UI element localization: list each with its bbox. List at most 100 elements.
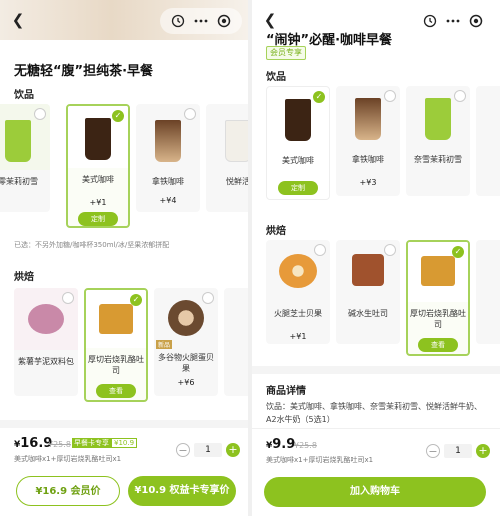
drinks-heading: 饮品 xyxy=(266,72,286,83)
select-checkbox[interactable] xyxy=(384,90,396,102)
divider xyxy=(252,366,500,374)
drink-name: 拿铁咖啡 xyxy=(352,155,384,164)
drink-card-selected[interactable]: ✓ 美式咖啡 定制 xyxy=(266,86,330,200)
page-title: 无糖轻“腹”担纯茶·早餐 xyxy=(14,64,154,79)
left-panel: ❮ 无糖轻“腹”担纯茶·早餐 饮品 零茉莉初雪 ✓ 美式咖啡 +¥1 定制 拿铁… xyxy=(0,0,248,516)
price-value: 9.9 xyxy=(272,437,296,452)
plus-button[interactable]: + xyxy=(226,443,240,457)
close-target-icon[interactable] xyxy=(214,11,234,31)
drink-name: 拿铁咖啡 xyxy=(152,177,184,186)
new-badge: 新品 xyxy=(156,340,173,349)
bakery-name: 紫薯芋泥双料包 xyxy=(18,357,74,366)
add-to-cart-button[interactable]: 加入购物车 xyxy=(264,477,486,507)
bakery-heading: 烘焙 xyxy=(266,226,286,237)
bakery-card-selected[interactable]: ✓ 厚切岩烧乳酪吐司 查看 xyxy=(406,240,470,356)
screenshot-root: ❮ 无糖轻“腹”担纯茶·早餐 饮品 零茉莉初雪 ✓ 美式咖啡 +¥1 定制 拿铁… xyxy=(0,0,500,516)
share-icon[interactable] xyxy=(168,11,188,31)
drink-card[interactable]: 悦鲜活 xyxy=(206,104,248,212)
promo-price: ¥10.9 xyxy=(111,438,138,448)
drink-name: 奈雪茉莉初雪 xyxy=(414,155,462,164)
more-icon[interactable] xyxy=(443,11,463,31)
bakery-card[interactable]: 紫薯芋泥双料包 xyxy=(14,288,78,396)
back-icon[interactable]: ❮ xyxy=(260,10,280,30)
details-title: 商品详情 xyxy=(266,386,306,397)
drink-card-selected[interactable]: ✓ 美式咖啡 +¥1 定制 xyxy=(66,104,130,228)
drinks-heading: 饮品 xyxy=(14,90,34,101)
member-exclusive-tag: 会员专享 xyxy=(266,46,306,60)
drink-card[interactable]: 零茉莉初雪 xyxy=(0,104,50,212)
customize-button[interactable]: 定制 xyxy=(78,212,118,226)
bakery-heading: 烘焙 xyxy=(14,272,34,283)
plus-button[interactable]: + xyxy=(476,444,490,458)
select-checkbox[interactable] xyxy=(384,244,396,256)
back-icon[interactable]: ❮ xyxy=(8,10,28,30)
select-checkbox[interactable] xyxy=(184,108,196,120)
drink-card-partial[interactable] xyxy=(476,86,500,196)
quantity-stepper: − 1 + xyxy=(426,444,490,458)
quantity-value[interactable]: 1 xyxy=(444,444,472,458)
quantity-stepper: − 1 + xyxy=(176,443,240,457)
drink-price: +¥4 xyxy=(159,196,177,205)
drink-card[interactable]: 奈雪茉莉初雪 xyxy=(406,86,470,196)
promo-label: 早餐卡专享 xyxy=(72,438,111,448)
bakery-name: 多 xyxy=(224,356,248,367)
customize-button[interactable]: 定制 xyxy=(278,181,318,195)
drink-card[interactable]: 拿铁咖啡 +¥3 xyxy=(336,86,400,196)
bakery-name: 厚切岩烧乳酪吐司 xyxy=(88,355,144,375)
bakery-card[interactable]: 新品 多谷物火腿蛋贝果 +¥6 xyxy=(154,288,218,396)
right-panel: ❮ “闹钟”必醒·咖啡早餐 会员专享 饮品 ✓ 美式咖啡 定制 拿铁咖啡 +¥3… xyxy=(252,0,500,516)
drink-name: 零茉莉初雪 xyxy=(0,177,38,186)
bakery-name: 厚切岩烧乳酪吐司 xyxy=(410,309,466,329)
select-checkbox[interactable] xyxy=(314,244,326,256)
drink-name: 美式咖啡 xyxy=(282,156,314,165)
drink-card[interactable]: 拿铁咖啡 +¥4 xyxy=(136,104,200,212)
original-price: ¥25.8 xyxy=(294,441,317,450)
original-price: ¥25.8 xyxy=(48,440,71,449)
divider xyxy=(0,420,248,428)
promo-tag: 早餐卡专享 ¥10.9 xyxy=(72,438,138,448)
select-checkbox[interactable] xyxy=(202,292,214,304)
close-target-icon[interactable] xyxy=(466,11,486,31)
select-checkbox[interactable] xyxy=(62,292,74,304)
capsule-menu xyxy=(412,8,494,34)
bakery-name: 火腿芝士贝果 xyxy=(274,309,322,318)
bakery-card[interactable]: 多 xyxy=(224,288,248,396)
drink-name: 悦鲜活 xyxy=(226,177,248,186)
current-price: ¥16.9 xyxy=(14,436,52,451)
bakery-name: 多谷物火腿蛋贝果 xyxy=(158,353,214,373)
details-text: 饮品：美式咖啡、拿铁咖啡、奈雪茉莉初雪、悦鲜活鲜牛奶、A2水牛奶（5选1） xyxy=(266,402,482,424)
drink-name: 美式咖啡 xyxy=(82,175,114,184)
check-icon[interactable]: ✓ xyxy=(112,110,124,122)
check-icon[interactable]: ✓ xyxy=(313,91,325,103)
minus-button[interactable]: − xyxy=(176,443,190,457)
drink-price: +¥1 xyxy=(89,198,107,207)
minus-button[interactable]: − xyxy=(426,444,440,458)
order-summary: 美式咖啡x1+厚切岩烧乳酪吐司x1 xyxy=(266,456,374,464)
selected-spec-text: 已选：不另外加糖/咖啡杯350ml/冰/坚果浓郁拼配 xyxy=(14,241,170,249)
card-price-button[interactable]: ¥10.9 权益卡专享价 xyxy=(128,476,236,506)
bottom-bar: ¥16.9 ¥25.8 早餐卡专享 ¥10.9 美式咖啡x1+厚切岩烧乳酪吐司x… xyxy=(0,428,248,516)
select-checkbox[interactable] xyxy=(454,90,466,102)
bakery-name: 碱水生吐司 xyxy=(348,309,388,318)
bakery-card-selected[interactable]: ✓ 厚切岩烧乳酪吐司 查看 xyxy=(84,288,148,402)
bakery-card[interactable]: 碱水生吐司 xyxy=(336,240,400,344)
bottom-bar: ¥9.9 ¥25.8 美式咖啡x1+厚切岩烧乳酪吐司x1 − 1 + 加入购物车 xyxy=(252,428,500,516)
nav-bar: ❮ xyxy=(0,0,248,40)
capsule-menu xyxy=(160,8,242,34)
drink-price: +¥3 xyxy=(359,178,377,187)
select-checkbox[interactable] xyxy=(34,108,46,120)
check-icon[interactable]: ✓ xyxy=(452,246,464,258)
quantity-value[interactable]: 1 xyxy=(194,443,222,457)
order-summary: 美式咖啡x1+厚切岩烧乳酪吐司x1 xyxy=(14,455,122,463)
check-icon[interactable]: ✓ xyxy=(130,294,142,306)
current-price: ¥9.9 xyxy=(266,437,295,452)
member-price-button[interactable]: ¥16.9 会员价 xyxy=(16,476,120,506)
bakery-price: +¥1 xyxy=(289,332,307,341)
share-icon[interactable] xyxy=(420,11,440,31)
bakery-card[interactable]: 火腿芝士贝果 +¥1 xyxy=(266,240,330,344)
view-button[interactable]: 查看 xyxy=(96,384,136,398)
view-button[interactable]: 查看 xyxy=(418,338,458,352)
bakery-card-partial[interactable] xyxy=(476,240,500,344)
more-icon[interactable] xyxy=(191,11,211,31)
bakery-price: +¥6 xyxy=(177,378,195,387)
